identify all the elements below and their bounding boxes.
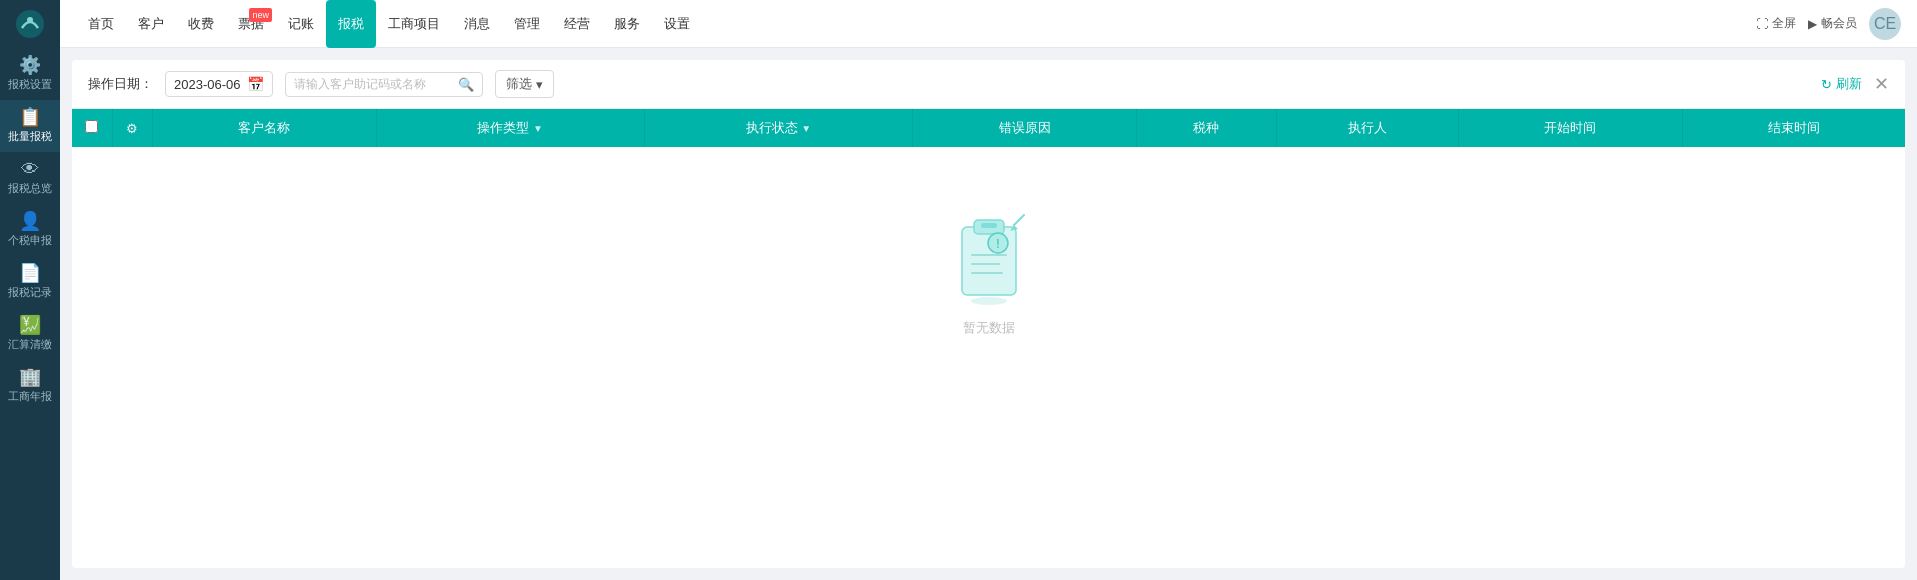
member-btn[interactable]: ▶ 畅会员: [1808, 15, 1857, 32]
nav-baoshui[interactable]: 报税: [326, 0, 376, 48]
baoshuishezhi-icon: ⚙️: [19, 56, 41, 74]
sidebar-item-label: 个税申报: [8, 233, 52, 248]
sidebar-item-label: 报税记录: [8, 285, 52, 300]
th-gear: ⚙: [112, 109, 152, 147]
table-container[interactable]: ⚙ 客户名称 操作类型 执行状态: [72, 109, 1905, 568]
close-button[interactable]: ✕: [1874, 75, 1889, 93]
th-checkbox: [72, 109, 112, 147]
select-all-checkbox[interactable]: [85, 120, 98, 133]
sidebar-item-huisuanqingshu[interactable]: 💹 汇算清缴: [0, 308, 60, 360]
huisuanqingshu-icon: 💹: [19, 316, 41, 334]
piliangbaoshui-icon: 📋: [19, 108, 41, 126]
calendar-icon: 📅: [247, 76, 264, 92]
svg-text:!: !: [995, 236, 999, 251]
th-errorreason: 错误原因: [912, 109, 1136, 147]
sidebar-item-piliangbaoshui[interactable]: 📋 批量报税: [0, 100, 60, 152]
svg-line-10: [1014, 215, 1024, 225]
toolbar: 操作日期： 2023-06-06 📅 🔍 筛选 ▾ ↻ 刷新: [72, 60, 1905, 109]
sidebar-item-label: 报税总览: [8, 181, 52, 196]
baoshuizonglan-icon: 👁: [21, 160, 39, 178]
th-taxtype: 税种: [1137, 109, 1277, 147]
fullscreen-btn[interactable]: ⛶ 全屏: [1756, 15, 1796, 32]
svg-point-1: [27, 17, 33, 23]
nav-piao[interactable]: 票据 new: [226, 0, 276, 48]
filter-button[interactable]: 筛选 ▾: [495, 70, 554, 98]
th-status[interactable]: 执行状态: [644, 109, 912, 147]
th-executor: 执行人: [1276, 109, 1458, 147]
chevron-down-icon: ▾: [536, 77, 543, 92]
sidebar-item-label: 工商年报: [8, 389, 52, 404]
empty-illustration: !: [944, 207, 1034, 307]
sidebar-item-baoshuishezhi[interactable]: ⚙️ 报税设置: [0, 48, 60, 100]
filter-label: 筛选: [506, 75, 532, 93]
sidebar-item-label: 批量报税: [8, 129, 52, 144]
date-picker[interactable]: 2023-06-06 📅: [165, 71, 273, 97]
svg-rect-4: [981, 223, 997, 228]
svg-point-12: [971, 297, 1007, 305]
content-panel: 操作日期： 2023-06-06 📅 🔍 筛选 ▾ ↻ 刷新: [72, 60, 1905, 568]
nav-jizhang[interactable]: 记账: [276, 0, 326, 48]
refresh-button[interactable]: ↻ 刷新: [1821, 75, 1862, 93]
avatar[interactable]: CE: [1869, 8, 1901, 40]
nav-home[interactable]: 首页: [76, 0, 126, 48]
toolbar-right: ↻ 刷新 ✕: [1821, 75, 1889, 93]
nav-customer[interactable]: 客户: [126, 0, 176, 48]
baoshujilu-icon: 📄: [19, 264, 41, 282]
fullscreen-icon: ⛶: [1756, 17, 1768, 31]
nav-gongshang[interactable]: 工商项目: [376, 0, 452, 48]
empty-text: 暂无数据: [963, 319, 1015, 337]
sidebar-item-geshui[interactable]: 👤 个税申报: [0, 204, 60, 256]
nav-shezhi[interactable]: 设置: [652, 0, 702, 48]
content: 操作日期： 2023-06-06 📅 🔍 筛选 ▾ ↻ 刷新: [60, 48, 1917, 580]
sidebar-item-baoshuizonglan[interactable]: 👁 报税总览: [0, 152, 60, 204]
th-starttime: 开始时间: [1458, 109, 1682, 147]
search-icon: 🔍: [458, 77, 474, 92]
topnav: 首页 客户 收费 票据 new 记账 报税 工商项目 消息 管理 经营: [60, 0, 1917, 48]
new-badge: new: [249, 8, 272, 22]
th-name: 客户名称: [152, 109, 376, 147]
topnav-right: ⛶ 全屏 ▶ 畅会员 CE: [1756, 8, 1901, 40]
date-value: 2023-06-06: [174, 77, 241, 92]
search-input[interactable]: [294, 77, 454, 91]
sidebar-item-gongshangnianabao[interactable]: 🏢 工商年报: [0, 360, 60, 412]
sidebar-item-label: 汇算清缴: [8, 337, 52, 352]
date-label: 操作日期：: [88, 75, 153, 93]
svg-point-0: [16, 10, 44, 38]
sidebar: ⚙️ 报税设置 📋 批量报税 👁 报税总览 👤 个税申报 📄 报税记录 💹 汇算…: [0, 0, 60, 580]
search-box: 🔍: [285, 72, 483, 97]
main-area: 首页 客户 收费 票据 new 记账 报税 工商项目 消息 管理 经营: [60, 0, 1917, 580]
nav-shoufei[interactable]: 收费: [176, 0, 226, 48]
video-icon: ▶: [1808, 17, 1817, 31]
sidebar-logo: [0, 0, 60, 48]
nav-fuwu[interactable]: 服务: [602, 0, 652, 48]
nav-jingying[interactable]: 经营: [552, 0, 602, 48]
nav-guanli[interactable]: 管理: [502, 0, 552, 48]
nav-xiaoxi[interactable]: 消息: [452, 0, 502, 48]
sidebar-item-baoshujilu[interactable]: 📄 报税记录: [0, 256, 60, 308]
gongshangnianabao-icon: 🏢: [19, 368, 41, 386]
data-table: ⚙ 客户名称 操作类型 执行状态: [72, 109, 1905, 397]
th-optype[interactable]: 操作类型: [376, 109, 644, 147]
geshui-icon: 👤: [19, 212, 41, 230]
sidebar-item-label: 报税设置: [8, 77, 52, 92]
th-endtime: 结束时间: [1682, 109, 1905, 147]
empty-state: ! 暂无数据: [72, 147, 1905, 397]
refresh-icon: ↻: [1821, 77, 1832, 92]
gear-icon[interactable]: ⚙: [126, 121, 138, 136]
